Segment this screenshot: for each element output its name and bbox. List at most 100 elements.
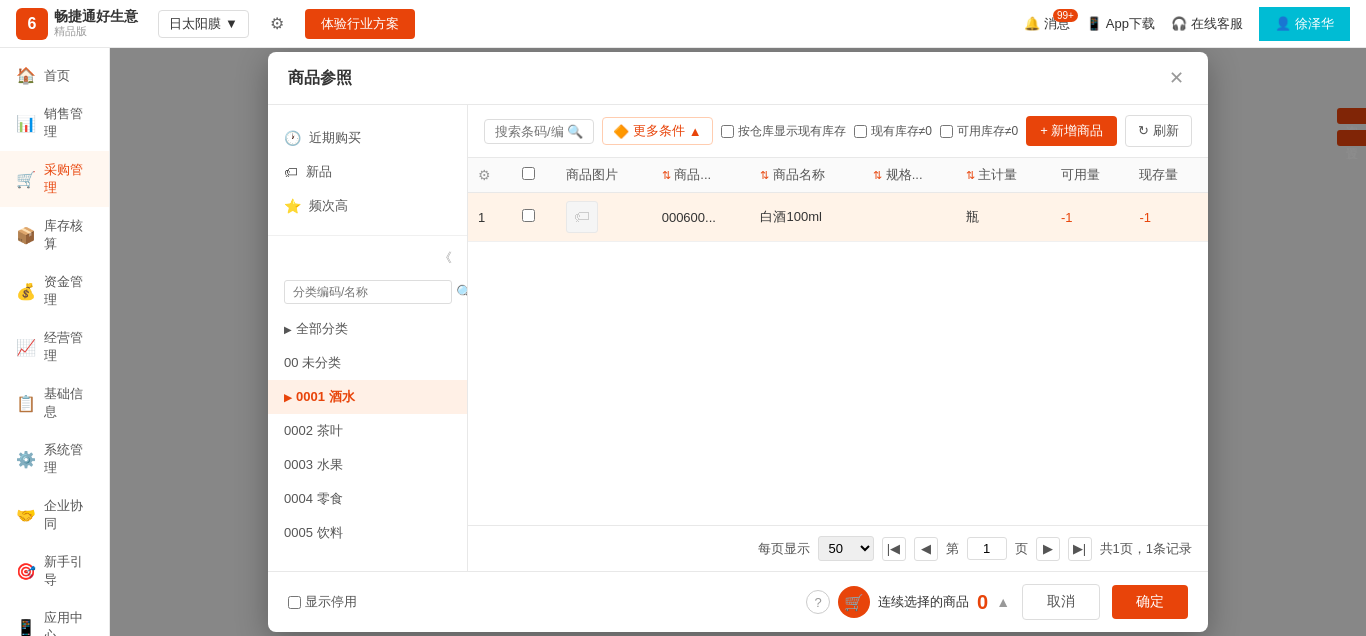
category-search-input[interactable] [284, 280, 452, 304]
sidebar-item-guide[interactable]: 🎯 新手引导 [0, 543, 109, 599]
add-product-btn[interactable]: + 新增商品 [1026, 116, 1117, 146]
home-icon: 🏠 [16, 66, 36, 85]
product-table: ⚙ 商品图片 [468, 158, 1208, 242]
per-page-select[interactable]: 50 100 200 [818, 536, 874, 561]
table-row[interactable]: 1 🏷 000600... [468, 193, 1208, 242]
nonzero-stock-checkbox[interactable] [854, 125, 867, 138]
check-warehouse-stock[interactable]: 按仓库显示现有库存 [721, 123, 846, 140]
product-search-bar[interactable]: 🔍 [484, 119, 594, 144]
modal-body: 🕐 近期购买 🏷 新品 ⭐ 频次高 [268, 105, 1208, 571]
inventory-icon: 📦 [16, 226, 36, 245]
sort-icon: ⇅ [966, 169, 975, 181]
sidebar-item-inventory[interactable]: 📦 库存核算 [0, 207, 109, 263]
column-settings-icon[interactable]: ⚙ [478, 167, 491, 183]
collapse-panel-btn[interactable]: 《 [435, 248, 455, 268]
app-download-btn[interactable]: 📱 App下载 [1086, 15, 1155, 33]
sidebar-item-sales[interactable]: 📊 销售管理 [0, 95, 109, 151]
top-nav: 6 畅捷通好生意 精品版 日太阳膜 ▼ ⚙ 体验行业方案 🔔 消息 99+ 📱 … [0, 0, 1366, 48]
product-search-input[interactable] [495, 124, 563, 139]
th-spec[interactable]: ⇅ 规格... [863, 158, 955, 193]
recent-purchase-item[interactable]: 🕐 近期购买 [268, 121, 467, 155]
search-icon[interactable]: 🔍 [567, 124, 583, 139]
chevron-up-icon[interactable]: ▲ [996, 594, 1010, 610]
th-name[interactable]: ⇅ 商品名称 [750, 158, 863, 193]
select-all-checkbox[interactable] [522, 167, 535, 180]
td-available: -1 [1051, 193, 1130, 242]
user-area[interactable]: 👤 徐泽华 [1259, 7, 1350, 41]
sort-icon: ⇅ [760, 169, 769, 181]
cat-item-unclassified[interactable]: 00 未分类 [268, 346, 467, 380]
cat-item-liquor[interactable]: ▶ 0001 酒水 [268, 380, 467, 414]
th-code[interactable]: ⇅ 商品... [652, 158, 751, 193]
sidebar-item-finance[interactable]: 💰 资金管理 [0, 263, 109, 319]
show-disabled-checkbox[interactable] [288, 596, 301, 609]
avatar: 👤 [1275, 16, 1291, 31]
cat-item-snack[interactable]: 0004 零食 [268, 482, 467, 516]
th-settings[interactable]: ⚙ [468, 158, 512, 193]
prev-page-btn[interactable]: ◀ [914, 537, 938, 561]
last-page-btn[interactable]: ▶| [1068, 537, 1092, 561]
th-available: 可用量 [1051, 158, 1130, 193]
next-page-btn[interactable]: ▶ [1036, 537, 1060, 561]
sidebar-item-system[interactable]: ⚙️ 系统管理 [0, 431, 109, 487]
cancel-btn[interactable]: 取消 [1022, 584, 1100, 620]
row-checkbox[interactable] [522, 209, 535, 222]
sidebar: 🏠 首页 📊 销售管理 🛒 采购管理 📦 库存核算 💰 资金管理 📈 经营管理 … [0, 48, 110, 636]
sidebar-item-enterprise[interactable]: 🤝 企业协同 [0, 487, 109, 543]
main-content: 查询 设置 商品参照 ✕ 🕐 近期购买 [110, 48, 1366, 636]
online-service-btn[interactable]: 🎧 在线客服 [1171, 15, 1243, 33]
frequent-item[interactable]: ⭐ 频次高 [268, 189, 467, 223]
sidebar-item-basic[interactable]: 📋 基础信息 [0, 375, 109, 431]
purchase-icon: 🛒 [16, 170, 36, 189]
cart-area: ? 🛒 连续选择的商品 0 ▲ [806, 586, 1010, 618]
th-checkbox[interactable] [512, 158, 556, 193]
filter-btn[interactable]: 🔶 更多条件 ▲ [602, 117, 713, 145]
cat-item-water[interactable]: 0008 水 [268, 550, 467, 559]
confirm-btn[interactable]: 确定 [1112, 585, 1188, 619]
notifications-btn[interactable]: 🔔 消息 99+ [1024, 15, 1070, 33]
clock-icon: 🕐 [284, 130, 301, 146]
recent-section: 🕐 近期购买 🏷 新品 ⭐ 频次高 [268, 117, 467, 227]
page-number-input[interactable] [967, 537, 1007, 560]
help-icon[interactable]: ? [806, 590, 830, 614]
first-page-btn[interactable]: |◀ [882, 537, 906, 561]
tag-icon: 🏷 [284, 164, 298, 180]
check-available-nonzero[interactable]: 可用库存≠0 [940, 123, 1018, 140]
category-list: ▶ 全部分类 00 未分类 ▶ 0001 酒水 0002 茶 [268, 312, 467, 559]
nav-dropdown[interactable]: 日太阳膜 ▼ [158, 10, 249, 38]
cat-item-beverage[interactable]: 0005 饮料 [268, 516, 467, 550]
td-checkbox[interactable] [512, 193, 556, 242]
gear-icon[interactable]: ⚙ [261, 8, 293, 40]
sidebar-item-purchase[interactable]: 🛒 采购管理 [0, 151, 109, 207]
filter-icon: 🔶 [613, 124, 629, 139]
sidebar-item-operation[interactable]: 📈 经营管理 [0, 319, 109, 375]
new-product-item[interactable]: 🏷 新品 [268, 155, 467, 189]
enterprise-icon: 🤝 [16, 506, 36, 525]
sort-icon: ⇅ [662, 169, 671, 181]
notification-badge: 99+ [1053, 9, 1078, 22]
show-disabled-check[interactable]: 显示停用 [288, 593, 357, 611]
sidebar-item-home[interactable]: 🏠 首页 [0, 56, 109, 95]
refresh-btn[interactable]: ↻ 刷新 [1125, 115, 1192, 147]
modal-left-panel: 🕐 近期购买 🏷 新品 ⭐ 频次高 [268, 105, 468, 571]
th-unit[interactable]: ⇅ 主计量 [956, 158, 1051, 193]
available-nonzero-checkbox[interactable] [940, 125, 953, 138]
cat-item-tea[interactable]: 0002 茶叶 [268, 414, 467, 448]
td-name: 白酒100ml [750, 193, 863, 242]
category-search-icon[interactable]: 🔍 [456, 284, 468, 300]
modal-footer: 显示停用 ? 🛒 连续选择的商品 0 ▲ 取消 确定 [268, 571, 1208, 632]
cart-icon[interactable]: 🛒 [838, 586, 870, 618]
cat-item-fruit[interactable]: 0003 水果 [268, 448, 467, 482]
experience-btn[interactable]: 体验行业方案 [305, 9, 415, 39]
sort-icon: ⇅ [873, 169, 882, 181]
check-nonzero-stock[interactable]: 现有库存≠0 [854, 123, 932, 140]
sidebar-item-apps[interactable]: 📱 应用中心 [0, 599, 109, 636]
cat-item-all[interactable]: ▶ 全部分类 [268, 312, 467, 346]
modal-close-btn[interactable]: ✕ [1164, 66, 1188, 90]
system-icon: ⚙️ [16, 450, 36, 469]
td-spec [863, 193, 955, 242]
warehouse-stock-checkbox[interactable] [721, 125, 734, 138]
product-table-wrap: ⚙ 商品图片 [468, 158, 1208, 525]
logo-text: 畅捷通好生意 [54, 8, 138, 25]
pagination-bar: 每页显示 50 100 200 |◀ ◀ 第 页 ▶ [468, 525, 1208, 571]
